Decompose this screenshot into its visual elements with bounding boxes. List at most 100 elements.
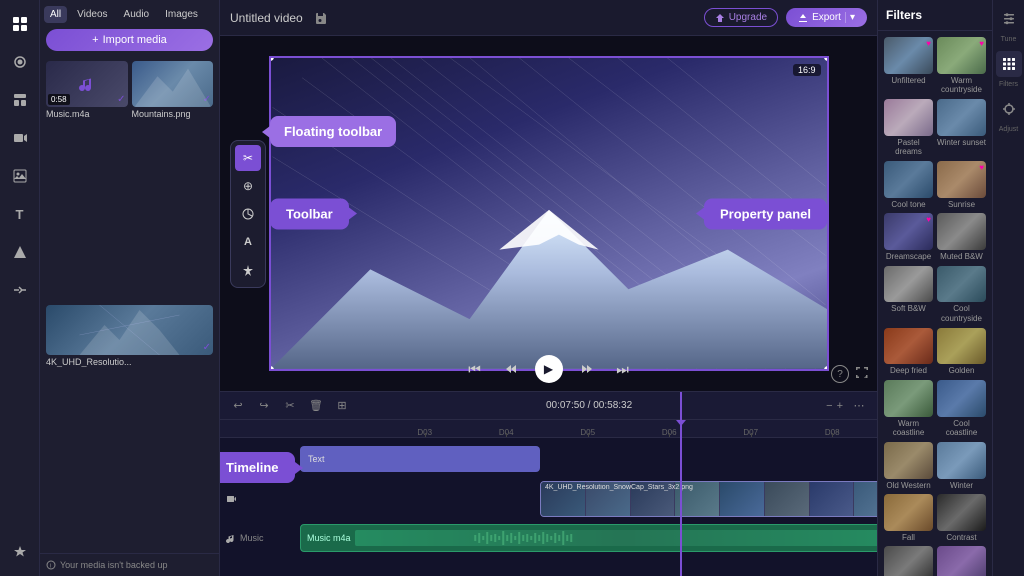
tl-cut-icon[interactable]: ✂ — [280, 396, 300, 416]
filter-item[interactable]: Warm coastline — [884, 380, 933, 438]
filter-item[interactable]: Pastel dreams — [884, 99, 933, 157]
ft-color-icon[interactable] — [235, 201, 261, 227]
filter-thumb — [884, 546, 933, 576]
filter-item[interactable]: Old Western — [884, 442, 933, 490]
filter-thumb — [937, 546, 986, 576]
tl-undo-icon[interactable]: ↩ — [228, 396, 248, 416]
tl-split-icon[interactable]: ⊞ — [332, 396, 352, 416]
text-clip[interactable]: Text — [300, 446, 540, 472]
filter-label: Soft B&W — [884, 304, 933, 314]
play-button[interactable]: ▶ — [535, 355, 563, 383]
timeline-time: 00:07:50 / 00:58:32 — [358, 400, 820, 411]
filter-item[interactable]: Cool tone — [884, 161, 933, 209]
ft-effects-icon[interactable] — [235, 257, 261, 283]
rewind-button[interactable]: ⏮ — [463, 357, 487, 381]
filter-thumb — [884, 161, 933, 198]
help-button[interactable]: ? — [831, 365, 849, 383]
sidebar-item-templates[interactable] — [4, 84, 36, 116]
sidebar-item-stock-images[interactable] — [4, 160, 36, 192]
filter-item[interactable]: Fall — [884, 494, 933, 542]
back-frame-button[interactable] — [499, 357, 523, 381]
upgrade-button[interactable]: Upgrade — [704, 8, 778, 27]
media-item-label: 4K_UHD_Resolutio... — [46, 357, 213, 367]
filters-icon[interactable] — [996, 51, 1022, 77]
filter-item[interactable]: Cool coastline — [937, 380, 986, 438]
tune-label: Tune — [1001, 36, 1017, 43]
sidebar-item-brand-kit[interactable] — [4, 536, 36, 568]
filter-thumb — [884, 442, 933, 479]
export-button[interactable]: Export ▾ — [786, 8, 867, 27]
export-dropdown-arrow[interactable]: ▾ — [845, 12, 855, 23]
left-sidebar: T — [0, 0, 40, 576]
filter-item[interactable]: Soft B&W — [884, 266, 933, 324]
filter-label: Warm countryside — [937, 76, 986, 95]
adjust-icon[interactable] — [996, 96, 1022, 122]
music-clip[interactable]: Music m4a — [300, 524, 877, 552]
filter-thumb — [937, 266, 986, 303]
sidebar-item-my-media[interactable] — [4, 8, 36, 40]
filter-item[interactable]: Deep fried — [884, 328, 933, 376]
timeline-label: Timeline — [220, 452, 295, 483]
filter-label: Contrast — [937, 533, 986, 543]
sidebar-item-record[interactable] — [4, 46, 36, 78]
sidebar-item-stock-video[interactable] — [4, 122, 36, 154]
filter-item[interactable]: ♥ Warm countryside — [937, 37, 986, 95]
media-tab-videos[interactable]: Videos — [71, 6, 113, 23]
timeline-tracks: T Text Text — [220, 438, 877, 560]
save-icon — [315, 12, 327, 24]
tl-redo-icon[interactable]: ↪ — [254, 396, 274, 416]
filter-item[interactable]: Golden — [937, 328, 986, 376]
filter-thumb — [884, 266, 933, 303]
media-grid: 0:58 ✓ Music.m4a ✓ Mountains.png ✓ 4K_UH… — [40, 57, 219, 553]
track-row: Music Music m4a — [220, 520, 877, 556]
media-tab-images[interactable]: Images — [159, 6, 204, 23]
tl-delete-icon[interactable]: 🗑 — [306, 396, 326, 416]
sidebar-item-text[interactable]: T — [4, 198, 36, 230]
fullscreen-button[interactable] — [855, 366, 869, 383]
media-tab-all[interactable]: All — [44, 6, 67, 23]
sidebar-item-graphics[interactable] — [4, 236, 36, 268]
ruler-mark: D03 — [384, 428, 466, 437]
filter-item[interactable]: ♥ Sunrise — [937, 161, 986, 209]
skip-forward-button[interactable]: ⏭ — [611, 357, 635, 381]
zoom-controls: − + — [826, 400, 843, 412]
import-media-button[interactable]: + Import media — [46, 29, 213, 51]
filter-item[interactable]: ♥ Dreamscape — [884, 213, 933, 261]
ft-cut-icon[interactable]: ✂ — [235, 145, 261, 171]
media-panel: All Videos Audio Images + Import media 0… — [40, 0, 220, 576]
filter-item[interactable]: Contrast — [937, 494, 986, 542]
filter-item[interactable]: ♥ Unfiltered — [884, 37, 933, 95]
video-clip[interactable]: 4K_UHD_Resolution_SnowCap_Stars_3x2.png — [540, 481, 877, 517]
list-item[interactable]: 0:58 ✓ Music.m4a — [46, 61, 128, 301]
list-item[interactable]: ✓ Mountains.png — [132, 61, 214, 301]
zoom-in-icon[interactable]: + — [837, 400, 843, 412]
duration-badge: 0:58 — [48, 94, 70, 105]
ruler-mark: D07 — [710, 428, 792, 437]
filter-label: Sunrise — [937, 200, 986, 210]
ft-text-icon[interactable]: A — [235, 229, 261, 255]
track-content: Music m4a — [300, 520, 877, 556]
import-icon: + — [92, 34, 98, 46]
filter-item[interactable]: Euphoric — [937, 546, 986, 576]
filters-grid: ♥ Unfiltered ♥ Warm countryside Pastel d… — [878, 31, 992, 576]
filters-label: Filters — [999, 81, 1018, 88]
filter-item[interactable]: Winter sunset — [937, 99, 986, 157]
sidebar-item-transitions[interactable] — [4, 274, 36, 306]
filter-item[interactable]: 35mm — [884, 546, 933, 576]
media-tab-audio[interactable]: Audio — [118, 6, 156, 23]
filter-item[interactable]: Winter — [937, 442, 986, 490]
ft-add-icon[interactable]: ⊕ — [235, 173, 261, 199]
timeline-playhead[interactable] — [680, 392, 682, 576]
tune-icon[interactable] — [996, 6, 1022, 32]
list-item[interactable]: ✓ 4K_UHD_Resolutio... — [46, 305, 213, 549]
filter-thumb — [937, 213, 986, 250]
ratio-badge: 16:9 — [793, 64, 821, 76]
tl-more-icon[interactable]: ⋯ — [849, 396, 869, 416]
filter-item[interactable]: Muted B&W — [937, 213, 986, 261]
filter-label: Muted B&W — [937, 252, 986, 262]
zoom-out-icon[interactable]: − — [826, 400, 832, 412]
filter-item[interactable]: Cool countryside — [937, 266, 986, 324]
filter-thumb — [884, 328, 933, 365]
project-title: Untitled video — [230, 11, 303, 25]
forward-frame-button[interactable] — [575, 357, 599, 381]
